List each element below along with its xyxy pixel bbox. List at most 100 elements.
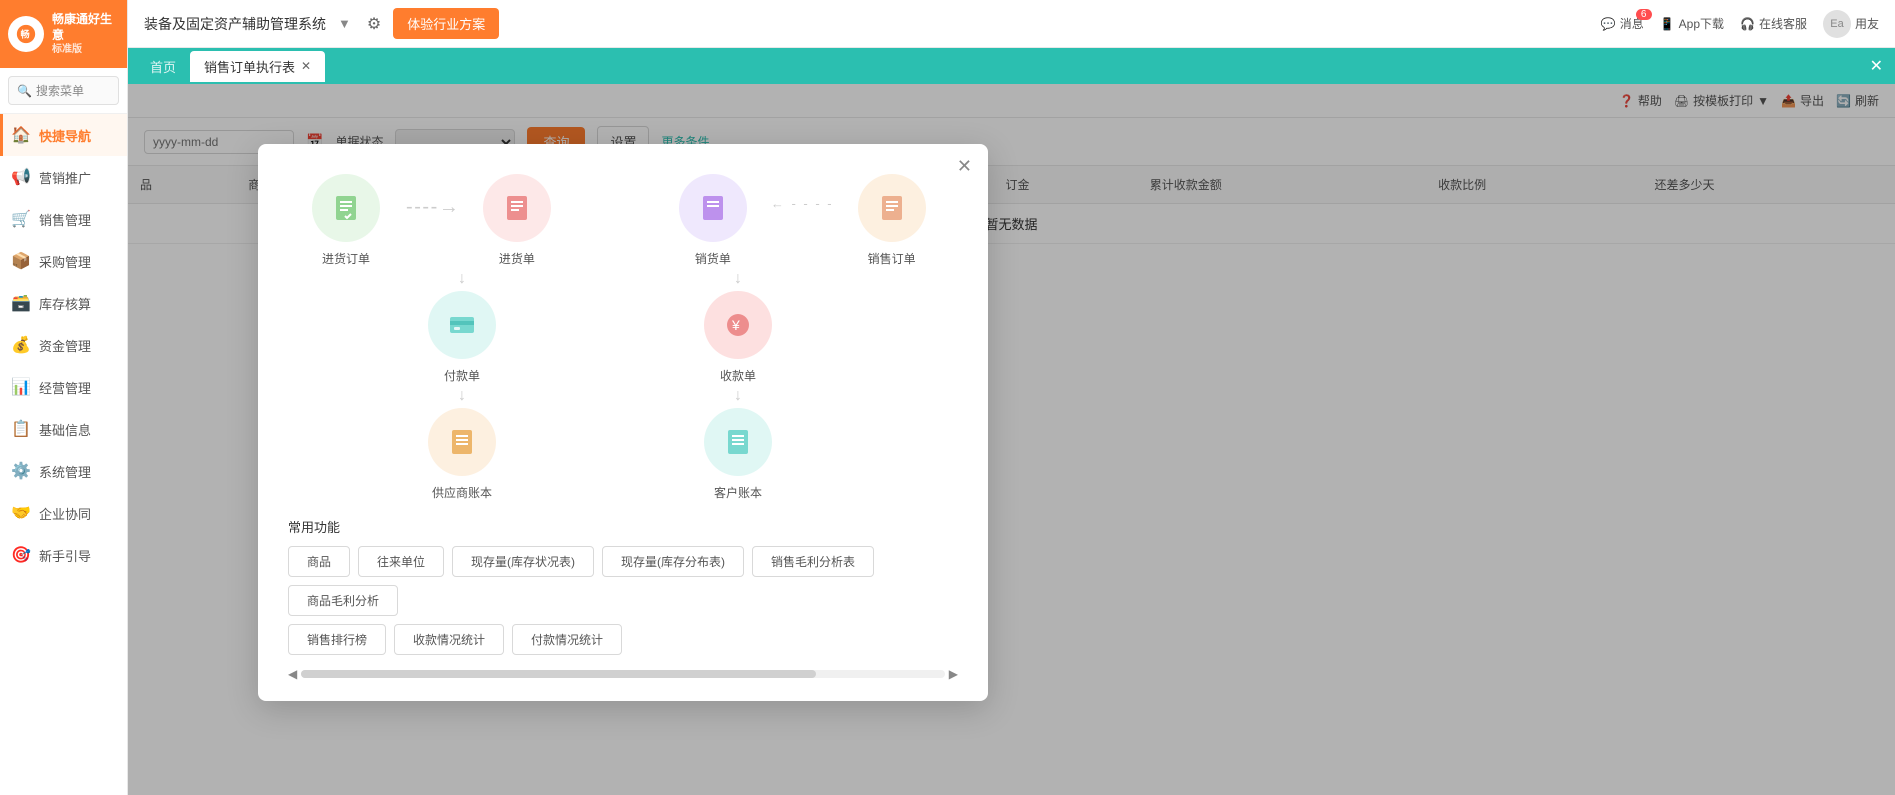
enterprise-icon: 🤝 bbox=[11, 503, 31, 523]
flow-node-sales-order: 销售订单 bbox=[858, 174, 926, 267]
newbie-icon: 🎯 bbox=[11, 545, 31, 565]
message-badge: 6 bbox=[1636, 9, 1652, 20]
func-btn-product-margin[interactable]: 商品毛利分析 bbox=[288, 585, 398, 616]
sidebar-item-enterprise[interactable]: 🤝 企业协同 bbox=[0, 492, 127, 534]
sidebar-item-inventory[interactable]: 🗃️ 库存核算 bbox=[0, 282, 127, 324]
purchase-order-label: 进货订单 bbox=[322, 250, 370, 267]
home-icon: 🏠 bbox=[11, 125, 31, 145]
top-bar: 装备及固定资产辅助管理系统 ▼ ⚙ 体验行业方案 💬 消息 6 📱 App下载 … bbox=[128, 0, 1895, 48]
search-icon: 🔍 bbox=[17, 84, 32, 98]
purchase-order-circle[interactable] bbox=[312, 174, 380, 242]
modal-scrollbar-area: ◀ ▶ bbox=[288, 667, 958, 681]
tab-bar: 首页 销售订单执行表 ✕ ✕ bbox=[128, 48, 1895, 84]
arrow-h-1: - - - - → bbox=[406, 174, 457, 219]
purchase-icon: 📦 bbox=[11, 251, 31, 271]
func-btn-stock-dist[interactable]: 现存量(库存分布表) bbox=[602, 546, 744, 577]
tab-bar-close-icon[interactable]: ✕ bbox=[1866, 52, 1887, 80]
func-btn-product[interactable]: 商品 bbox=[288, 546, 350, 577]
func-btn-partner[interactable]: 往来单位 bbox=[358, 546, 444, 577]
finance-icon: 💰 bbox=[11, 335, 31, 355]
logo-icon: 畅 bbox=[8, 16, 44, 52]
arrow-dashed-1: ← - - - - bbox=[771, 174, 834, 211]
sidebar-item-finance[interactable]: 💰 资金管理 bbox=[0, 324, 127, 366]
receipt-circle[interactable]: ¥ bbox=[704, 291, 772, 359]
purchase-bill-label: 进货单 bbox=[499, 250, 535, 267]
scroll-left-icon[interactable]: ◀ bbox=[288, 667, 297, 681]
user-info[interactable]: Ea 用友 bbox=[1823, 10, 1879, 38]
supplier-label: 供应商账本 bbox=[432, 484, 492, 501]
sidebar-item-operation[interactable]: 📊 经营管理 bbox=[0, 366, 127, 408]
purchase-bill-circle[interactable] bbox=[483, 174, 551, 242]
modal-close-icon[interactable]: ✕ bbox=[957, 156, 972, 177]
arrow-down-2: ↓ bbox=[458, 388, 466, 404]
arrow-down-1: ↓ bbox=[458, 271, 466, 287]
flow-row-2: ↓ 付款单 ↓ bbox=[288, 267, 958, 501]
sidebar-nav: 🏠 快捷导航 📢 营销推广 🛒 销售管理 📦 采购管理 🗃️ 库存核算 💰 bbox=[0, 114, 127, 795]
tab-home[interactable]: 首页 bbox=[136, 51, 190, 82]
arrow-down-3: ↓ bbox=[734, 271, 742, 287]
arrow-down-4: ↓ bbox=[734, 388, 742, 404]
logo-text: 畅康通好生意 标准版 bbox=[52, 12, 119, 56]
sidebar-item-quick-nav[interactable]: 🏠 快捷导航 bbox=[0, 114, 127, 156]
modal-box: ✕ 进货订单 - - - - → bbox=[258, 144, 988, 701]
svg-text:畅: 畅 bbox=[21, 29, 30, 40]
common-funcs-title: 常用功能 bbox=[288, 517, 958, 536]
sales-bill-label: 销货单 bbox=[695, 250, 731, 267]
sales-order-circle[interactable] bbox=[858, 174, 926, 242]
sidebar-item-basic[interactable]: 📋 基础信息 bbox=[0, 408, 127, 450]
func-btn-payment-stat[interactable]: 付款情况统计 bbox=[512, 624, 622, 655]
tab-sales-order[interactable]: 销售订单执行表 ✕ bbox=[190, 51, 325, 82]
message-icon: 💬 bbox=[1601, 17, 1616, 31]
modal-overlay: ✕ 进货订单 - - - - → bbox=[128, 84, 1895, 795]
payment-circle[interactable] bbox=[428, 291, 496, 359]
gear-icon[interactable]: ⚙ bbox=[367, 14, 381, 34]
customer-label: 客户账本 bbox=[714, 484, 762, 501]
flow-node-supplier: 供应商账本 bbox=[428, 408, 496, 501]
sidebar-logo: 畅 畅康通好生意 标准版 bbox=[0, 0, 127, 68]
content-area: ❓ 帮助 🖨 按模板打印 ▼ 📤 导出 🔄 bbox=[128, 84, 1895, 795]
func-btns-row2: 销售排行榜 收款情况统计 付款情况统计 bbox=[288, 624, 958, 655]
basic-icon: 📋 bbox=[11, 419, 31, 439]
headset-icon: 🎧 bbox=[1740, 17, 1755, 31]
tab-close-icon[interactable]: ✕ bbox=[301, 59, 311, 73]
sidebar-item-marketing[interactable]: 📢 营销推广 bbox=[0, 156, 127, 198]
supplier-circle[interactable] bbox=[428, 408, 496, 476]
sidebar-item-system[interactable]: ⚙️ 系统管理 bbox=[0, 450, 127, 492]
online-service-btn[interactable]: 🎧 在线客服 bbox=[1740, 15, 1807, 32]
scroll-right-icon[interactable]: ▶ bbox=[949, 667, 958, 681]
flow-node-purchase-order: 进货订单 bbox=[312, 174, 380, 267]
system-title-dropdown[interactable]: ▼ bbox=[338, 16, 351, 31]
download-icon: 📱 bbox=[1660, 17, 1675, 31]
flow-node-purchase-bill: 进货单 bbox=[483, 174, 551, 267]
app-download-btn[interactable]: 📱 App下载 bbox=[1660, 15, 1724, 32]
search-menu-button[interactable]: 🔍 搜索菜单 bbox=[8, 76, 119, 105]
operation-icon: 📊 bbox=[11, 377, 31, 397]
arrow-down-col-1: ↓ 付款单 ↓ bbox=[404, 267, 520, 501]
sidebar: 畅 畅康通好生意 标准版 🔍 搜索菜单 🏠 快捷导航 📢 营销推广 � bbox=[0, 0, 128, 795]
sidebar-item-sales[interactable]: 🛒 销售管理 bbox=[0, 198, 127, 240]
func-btn-stock-status[interactable]: 现存量(库存状况表) bbox=[452, 546, 594, 577]
func-btn-sales-margin[interactable]: 销售毛利分析表 bbox=[752, 546, 874, 577]
top-bar-right: 💬 消息 6 📱 App下载 🎧 在线客服 Ea 用友 bbox=[1601, 10, 1879, 38]
flow-row-1: 进货订单 - - - - → 进货单 bbox=[288, 174, 958, 267]
sidebar-search-area: 🔍 搜索菜单 bbox=[0, 68, 127, 114]
arrow-down-col-2: ↓ ¥ 收款单 ↓ bbox=[680, 267, 796, 501]
flow-node-sales-bill: 销货单 bbox=[679, 174, 747, 267]
inventory-icon: 🗃️ bbox=[11, 293, 31, 313]
sidebar-item-newbie[interactable]: 🎯 新手引导 bbox=[0, 534, 127, 576]
func-btns-row1: 商品 往来单位 现存量(库存状况表) 现存量(库存分布表) 销售毛利分析表 商品… bbox=[288, 546, 958, 616]
message-btn[interactable]: 💬 消息 6 bbox=[1601, 15, 1644, 32]
scrollbar-thumb bbox=[301, 670, 816, 678]
sales-icon: 🛒 bbox=[11, 209, 31, 229]
sidebar-item-purchase[interactable]: 📦 采购管理 bbox=[0, 240, 127, 282]
flow-node-receipt: ¥ 收款单 bbox=[704, 291, 772, 384]
customer-circle[interactable] bbox=[704, 408, 772, 476]
sales-bill-circle[interactable] bbox=[679, 174, 747, 242]
spacer-1 bbox=[575, 174, 655, 196]
func-btn-receipt-stat[interactable]: 收款情况统计 bbox=[394, 624, 504, 655]
avatar: Ea bbox=[1823, 10, 1851, 38]
experience-btn[interactable]: 体验行业方案 bbox=[393, 8, 499, 39]
func-btn-sales-rank[interactable]: 销售排行榜 bbox=[288, 624, 386, 655]
payment-label: 付款单 bbox=[444, 367, 480, 384]
modal-scrollbar[interactable] bbox=[301, 670, 945, 678]
